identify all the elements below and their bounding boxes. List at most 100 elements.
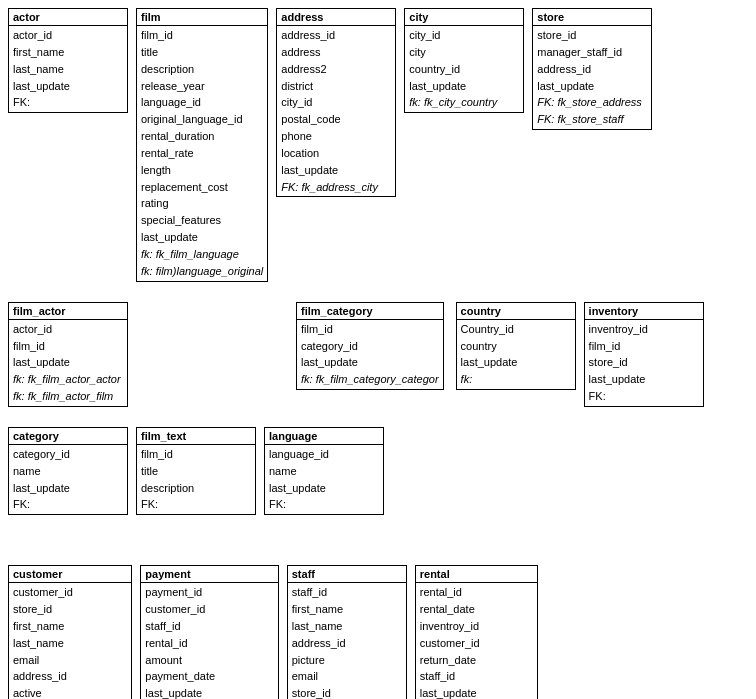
table-row: fk: fk_city_country [409, 94, 519, 111]
table-row: rental_duration [141, 128, 263, 145]
table-row: inventroy_id [420, 618, 534, 635]
table-row: staff_id [420, 668, 534, 685]
customer-header: customer [9, 566, 131, 583]
table-row: fk: fk_film_actor_actor [13, 371, 123, 388]
table-row: actor_id [13, 27, 123, 44]
row-1: actor actor_id first_name last_name last… [8, 8, 748, 282]
table-row: fk: fk_film_category_categor [301, 371, 439, 388]
table-rental: rental rental_id rental_date inventroy_i… [415, 565, 539, 699]
language-header: language [265, 428, 383, 445]
table-row: first_name [292, 601, 402, 618]
table-row: FK: fk_store_address [537, 94, 647, 111]
table-row: FK: fk_store_staff [537, 111, 647, 128]
table-row: address_id [292, 635, 402, 652]
table-row: title [141, 44, 263, 61]
table-row: film_id [301, 321, 439, 338]
table-row: actor_id [13, 321, 123, 338]
table-row: inventroy_id [589, 321, 699, 338]
table-row: name [13, 463, 123, 480]
table-row: store_id [292, 685, 402, 699]
staff-body: staff_id first_name last_name address_id… [288, 583, 406, 699]
table-row: fk: fk_film_actor_film [13, 388, 123, 405]
table-row: customer_id [13, 584, 127, 601]
table-row: customer_id [420, 635, 534, 652]
country-header: country [457, 303, 575, 320]
film-category-body: film_id category_id last_update fk: fk_f… [297, 320, 443, 389]
table-row: category_id [301, 338, 439, 355]
table-row: address_id [13, 668, 127, 685]
table-row: address_id [537, 61, 647, 78]
table-film-category: film_category film_id category_id last_u… [296, 302, 444, 390]
table-row: fk: [461, 371, 571, 388]
inventory-header: inventory [585, 303, 703, 320]
table-row: store_id [589, 354, 699, 371]
table-row: address2 [281, 61, 391, 78]
payment-body: payment_id customer_id staff_id rental_i… [141, 583, 277, 699]
table-row: description [141, 61, 263, 78]
table-row: country [461, 338, 571, 355]
table-row: staff_id [145, 618, 273, 635]
table-inventory: inventory inventroy_id film_id store_id … [584, 302, 704, 407]
city-body: city_id city country_id last_update fk: … [405, 26, 523, 112]
table-city: city city_id city country_id last_update… [404, 8, 524, 113]
table-row: original_language_id [141, 111, 263, 128]
table-film-text: film_text film_id title description FK: [136, 427, 256, 515]
table-row: last_name [292, 618, 402, 635]
table-row: rental_id [145, 635, 273, 652]
rental-body: rental_id rental_date inventroy_id custo… [416, 583, 538, 699]
table-row: film_id [141, 27, 263, 44]
table-row: last_update [13, 480, 123, 497]
table-row: film_id [141, 446, 251, 463]
table-row: district [281, 78, 391, 95]
table-row: length [141, 162, 263, 179]
row-3: category category_id name last_update FK… [8, 427, 748, 515]
table-row: last_name [13, 61, 123, 78]
table-row: first_name [13, 44, 123, 61]
separator [8, 535, 748, 545]
table-row: country_id [409, 61, 519, 78]
table-row: rental_id [420, 584, 534, 601]
table-film: film film_id title description release_y… [136, 8, 268, 282]
table-row: picture [292, 652, 402, 669]
store-header: store [533, 9, 651, 26]
table-language: language language_id name last_update FK… [264, 427, 384, 515]
table-row: name [269, 463, 379, 480]
table-row: city_id [409, 27, 519, 44]
address-body: address_id address address2 district cit… [277, 26, 395, 196]
erd-diagram: actor actor_id first_name last_name last… [8, 8, 748, 699]
table-row: description [141, 480, 251, 497]
inventory-body: inventroy_id film_id store_id last_updat… [585, 320, 703, 406]
table-row: location [281, 145, 391, 162]
table-row: FK: [13, 94, 123, 111]
table-row: special_features [141, 212, 263, 229]
table-row: release_year [141, 78, 263, 95]
table-row: city [409, 44, 519, 61]
table-row: return_date [420, 652, 534, 669]
table-row: store_id [537, 27, 647, 44]
table-row: last_update [13, 354, 123, 371]
table-row: amount [145, 652, 273, 669]
table-row: last_update [409, 78, 519, 95]
table-row: last_update [301, 354, 439, 371]
table-row: FK: [589, 388, 699, 405]
table-row: FK: [141, 496, 251, 513]
category-body: category_id name last_update FK: [9, 445, 127, 514]
table-row: manager_staff_id [537, 44, 647, 61]
table-row: customer_id [145, 601, 273, 618]
table-row: film_id [13, 338, 123, 355]
table-row: address [281, 44, 391, 61]
table-row: fk: film)language_original [141, 263, 263, 280]
category-header: category [9, 428, 127, 445]
table-category: category category_id name last_update FK… [8, 427, 128, 515]
table-row: FK: fk_address_city [281, 179, 391, 196]
table-row: rental_date [420, 601, 534, 618]
table-row: email [13, 652, 127, 669]
table-row: language_id [141, 94, 263, 111]
table-address: address address_id address address2 dist… [276, 8, 396, 197]
table-row: FK: [13, 496, 123, 513]
country-body: Country_id country last_update fk: [457, 320, 575, 389]
table-row: city_id [281, 94, 391, 111]
table-row: last_update [281, 162, 391, 179]
film-text-body: film_id title description FK: [137, 445, 255, 514]
table-row: title [141, 463, 251, 480]
